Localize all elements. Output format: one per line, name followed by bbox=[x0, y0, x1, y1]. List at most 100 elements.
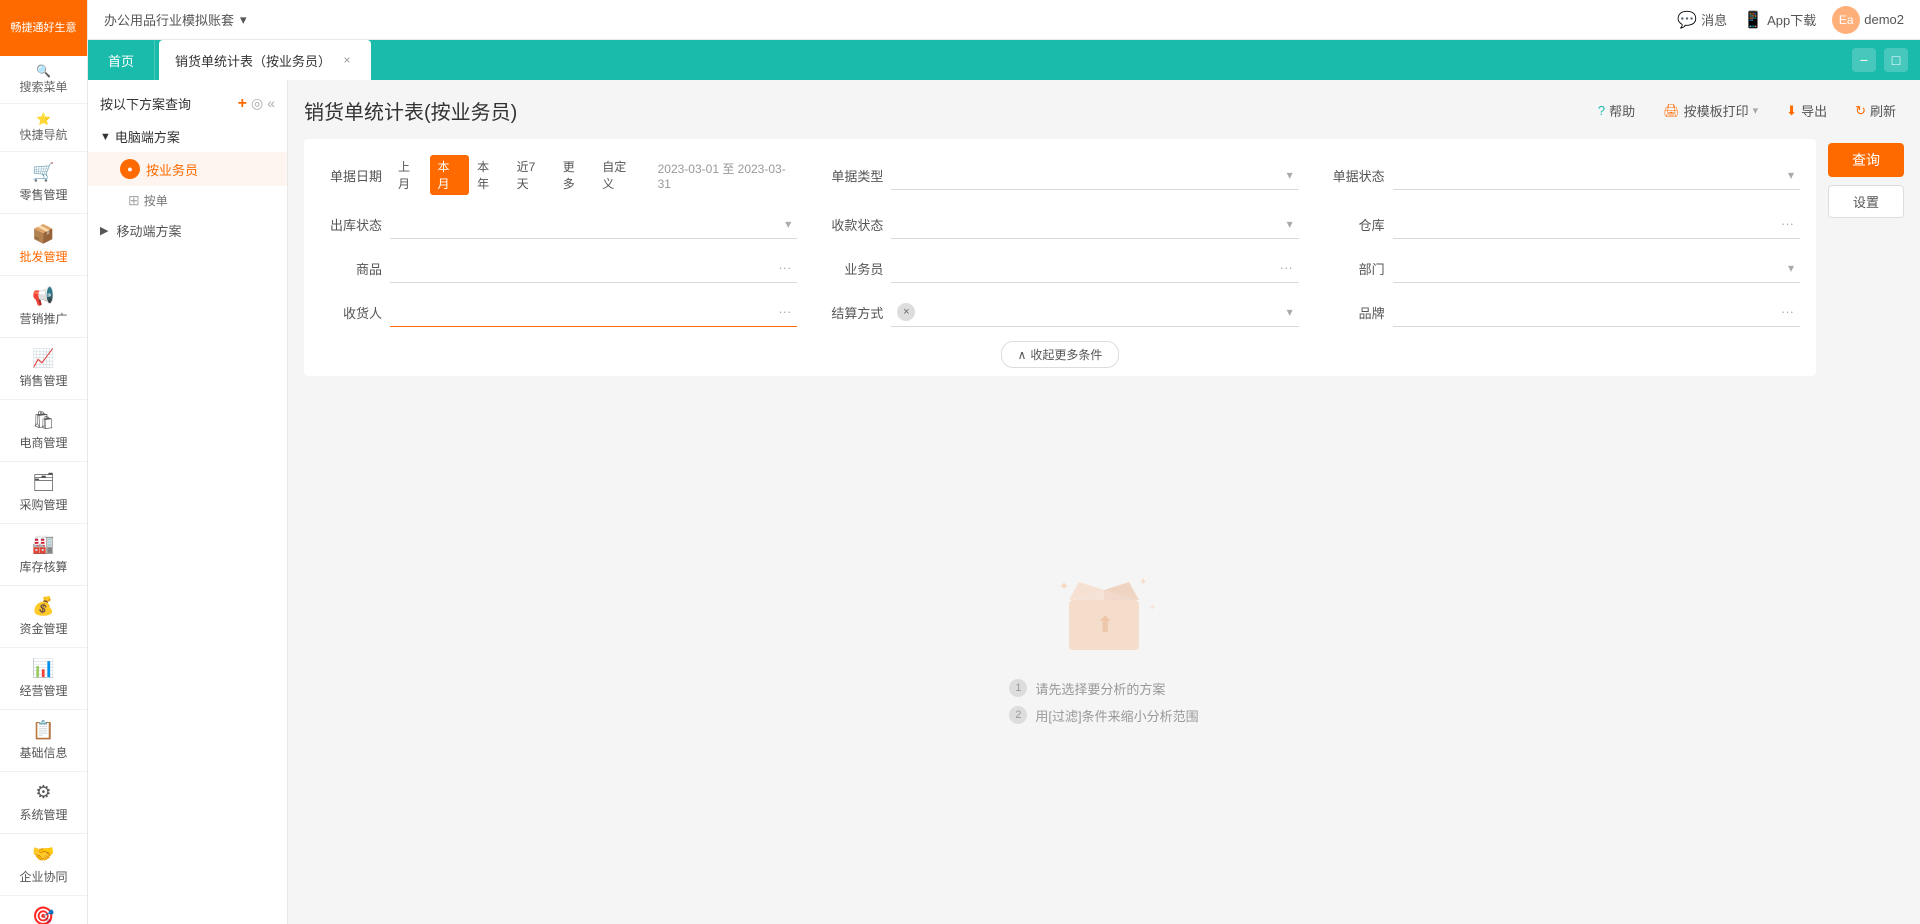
help-label: 帮助 bbox=[1609, 101, 1635, 120]
brand-input[interactable]: ··· bbox=[1393, 297, 1800, 327]
date-tab-this-year[interactable]: 本年 bbox=[469, 155, 509, 195]
collapse-row: ∧ 收起更多条件 bbox=[320, 341, 1800, 368]
empty-tip-1: 1 请先选择要分析的方案 bbox=[1009, 679, 1198, 698]
sidebar-item-enterprise[interactable]: 🤝 企业协同 bbox=[0, 834, 87, 896]
filter-col-pay-status: 收款状态 ▾ bbox=[821, 209, 1298, 239]
pay-status-select[interactable]: ▾ bbox=[891, 209, 1298, 239]
sidebar-item-inventory[interactable]: 🏭 库存核算 bbox=[0, 524, 87, 586]
export-btn[interactable]: ⬇ 导出 bbox=[1778, 97, 1835, 124]
sidebar-item-sales[interactable]: 📈 销售管理 bbox=[0, 338, 87, 400]
query-btn[interactable]: 查询 bbox=[1828, 143, 1904, 177]
filter-col-warehouse: 仓库 ··· bbox=[1323, 209, 1800, 239]
sidebar-item-ecommerce[interactable]: 🛍 电商管理 bbox=[0, 400, 87, 462]
left-panel-actions: + ◎ « bbox=[238, 95, 275, 113]
ecommerce-icon: 🛍 bbox=[32, 410, 55, 431]
sidebar-quicknav-section[interactable]: ⭐ 快捷导航 bbox=[0, 104, 87, 152]
doc-status-label: 单据状态 bbox=[1323, 166, 1393, 185]
print-icon: 🖨 bbox=[1663, 103, 1680, 119]
tab-bar-right: − □ bbox=[1852, 48, 1920, 72]
sidebar-quicknav-label: 快捷导航 bbox=[19, 126, 67, 143]
add-plan-btn[interactable]: + bbox=[238, 95, 247, 113]
doc-status-select[interactable]: ▾ bbox=[1393, 160, 1800, 190]
pay-method-select[interactable]: × ▾ bbox=[891, 297, 1298, 327]
dept-select[interactable]: ▾ bbox=[1393, 253, 1800, 283]
left-panel-header: 按以下方案查询 + ◎ « bbox=[88, 90, 287, 121]
date-label: 单据日期 bbox=[320, 166, 390, 185]
date-tab-7days[interactable]: 近7天 bbox=[509, 155, 555, 195]
tab-current[interactable]: 销货单统计表（按业务员） × bbox=[159, 40, 371, 80]
goods-more-btn[interactable]: ··· bbox=[778, 260, 791, 275]
doc-status-arrow-icon: ▾ bbox=[1788, 168, 1794, 182]
sub-item-by-order[interactable]: ⊞ 按单 bbox=[88, 186, 287, 215]
salesman-more-btn[interactable]: ··· bbox=[1280, 260, 1293, 275]
receiver-more-btn[interactable]: ··· bbox=[778, 304, 791, 319]
sidebar-finance-label: 资金管理 bbox=[19, 620, 67, 637]
pay-method-clear-btn[interactable]: × bbox=[897, 303, 915, 321]
header-right: 💬 消息 📱 App下载 Ea demo2 bbox=[1677, 6, 1904, 34]
salesman-input[interactable]: ··· bbox=[891, 253, 1298, 283]
sidebar-ecommerce-label: 电商管理 bbox=[19, 434, 67, 451]
tip-num-2: 2 bbox=[1009, 706, 1027, 724]
empty-tip-2: 2 用[过滤]条件来缩小分析范围 bbox=[1009, 706, 1198, 725]
mobile-plan-group[interactable]: ▶ 移动端方案 bbox=[88, 215, 287, 246]
print-btn[interactable]: 🖨 按模板打印 ▾ bbox=[1655, 97, 1766, 124]
page-title: 销货单统计表(按业务员) bbox=[304, 96, 517, 125]
refresh-btn[interactable]: ↻ 刷新 bbox=[1847, 97, 1904, 124]
export-icon: ⬇ bbox=[1786, 103, 1797, 119]
sidebar-item-retail[interactable]: 🛒 零售管理 bbox=[0, 152, 87, 214]
app-download-btn[interactable]: 📱 App下载 bbox=[1743, 10, 1816, 30]
filter-col-doc-type: 单据类型 ▾ bbox=[821, 160, 1298, 190]
sidebar-marketing-label: 营销推广 bbox=[19, 310, 67, 327]
setting-btn[interactable]: 设置 bbox=[1828, 185, 1904, 218]
wholesale-icon: 📦 bbox=[32, 224, 54, 245]
warehouse-input[interactable]: ··· bbox=[1393, 209, 1800, 239]
sub-item-label: 按单 bbox=[144, 192, 168, 209]
date-tab-custom[interactable]: 自定义 bbox=[594, 155, 645, 195]
date-tab-last-month[interactable]: 上月 bbox=[390, 155, 430, 195]
sidebar-item-system[interactable]: ⚙ 系统管理 bbox=[0, 772, 87, 834]
edit-plan-btn[interactable]: ◎ bbox=[251, 95, 263, 113]
help-btn[interactable]: ? 帮助 bbox=[1590, 97, 1643, 124]
date-tabs: 上月 本月 本年 近7天 更多 自定义 bbox=[390, 155, 646, 195]
date-tab-this-month[interactable]: 本月 bbox=[430, 155, 470, 195]
sidebar-item-newbie[interactable]: 🎯 新手引导 bbox=[0, 896, 87, 924]
sidebar-item-finance[interactable]: 💰 资金管理 bbox=[0, 586, 87, 648]
avatar: Ea bbox=[1832, 6, 1860, 34]
plan-item-salesman-label: 按业务员 bbox=[146, 160, 198, 179]
sidebar-item-purchase[interactable]: 🗂 采购管理 bbox=[0, 462, 87, 524]
sidebar-item-management[interactable]: 📊 经营管理 bbox=[0, 648, 87, 710]
collapse-panel-btn[interactable]: « bbox=[267, 95, 275, 113]
doc-type-select[interactable]: ▾ bbox=[891, 160, 1298, 190]
user-menu[interactable]: Ea demo2 bbox=[1832, 6, 1904, 34]
breadcrumb-arrow-icon[interactable]: ▾ bbox=[240, 12, 247, 28]
tab-minimize-btn[interactable]: − bbox=[1852, 48, 1876, 72]
warehouse-more-btn[interactable]: ··· bbox=[1781, 216, 1794, 231]
message-btn[interactable]: 💬 消息 bbox=[1677, 10, 1727, 30]
tab-close-icon[interactable]: × bbox=[339, 52, 355, 68]
out-status-select[interactable]: ▾ bbox=[390, 209, 797, 239]
receiver-input[interactable]: ··· bbox=[390, 297, 797, 327]
filter-row-1: 单据日期 上月 本月 本年 近7天 更多 自定义 bbox=[320, 155, 1800, 195]
collapse-btn[interactable]: ∧ 收起更多条件 bbox=[1001, 341, 1120, 368]
plan-item-salesman[interactable]: ● 按业务员 bbox=[88, 152, 287, 186]
tab-maximize-btn[interactable]: □ bbox=[1884, 48, 1908, 72]
tab-home[interactable]: 首页 bbox=[88, 40, 155, 80]
enterprise-icon: 🤝 bbox=[32, 844, 54, 865]
empty-box-svg: ⬆ ✦ ✦ ✦ bbox=[1044, 560, 1164, 660]
filter-col-date: 单据日期 上月 本月 本年 近7天 更多 自定义 bbox=[320, 155, 797, 195]
goods-input[interactable]: ··· bbox=[390, 253, 797, 283]
brand-more-btn[interactable]: ··· bbox=[1781, 304, 1794, 319]
quicknav-icon: ⭐ bbox=[36, 112, 51, 126]
left-panel-title: 按以下方案查询 bbox=[100, 94, 191, 113]
sidebar-item-wholesale[interactable]: 📦 批发管理 bbox=[0, 214, 87, 276]
message-label: 消息 bbox=[1701, 10, 1727, 29]
sidebar-item-marketing[interactable]: 📢 营销推广 bbox=[0, 276, 87, 338]
sidebar-search-section[interactable]: 🔍 搜索菜单 bbox=[0, 56, 87, 104]
pc-plan-group-header[interactable]: ▼ 电脑端方案 bbox=[88, 121, 287, 152]
app-logo[interactable]: 畅捷通好生意 bbox=[0, 0, 88, 56]
date-tab-more[interactable]: 更多 bbox=[555, 155, 595, 195]
sidebar-item-basic-info[interactable]: 📋 基础信息 bbox=[0, 710, 87, 772]
filter-col-doc-status: 单据状态 ▾ bbox=[1323, 160, 1800, 190]
query-buttons: 查询 设置 bbox=[1828, 139, 1904, 218]
search-icon: 🔍 bbox=[36, 64, 51, 78]
